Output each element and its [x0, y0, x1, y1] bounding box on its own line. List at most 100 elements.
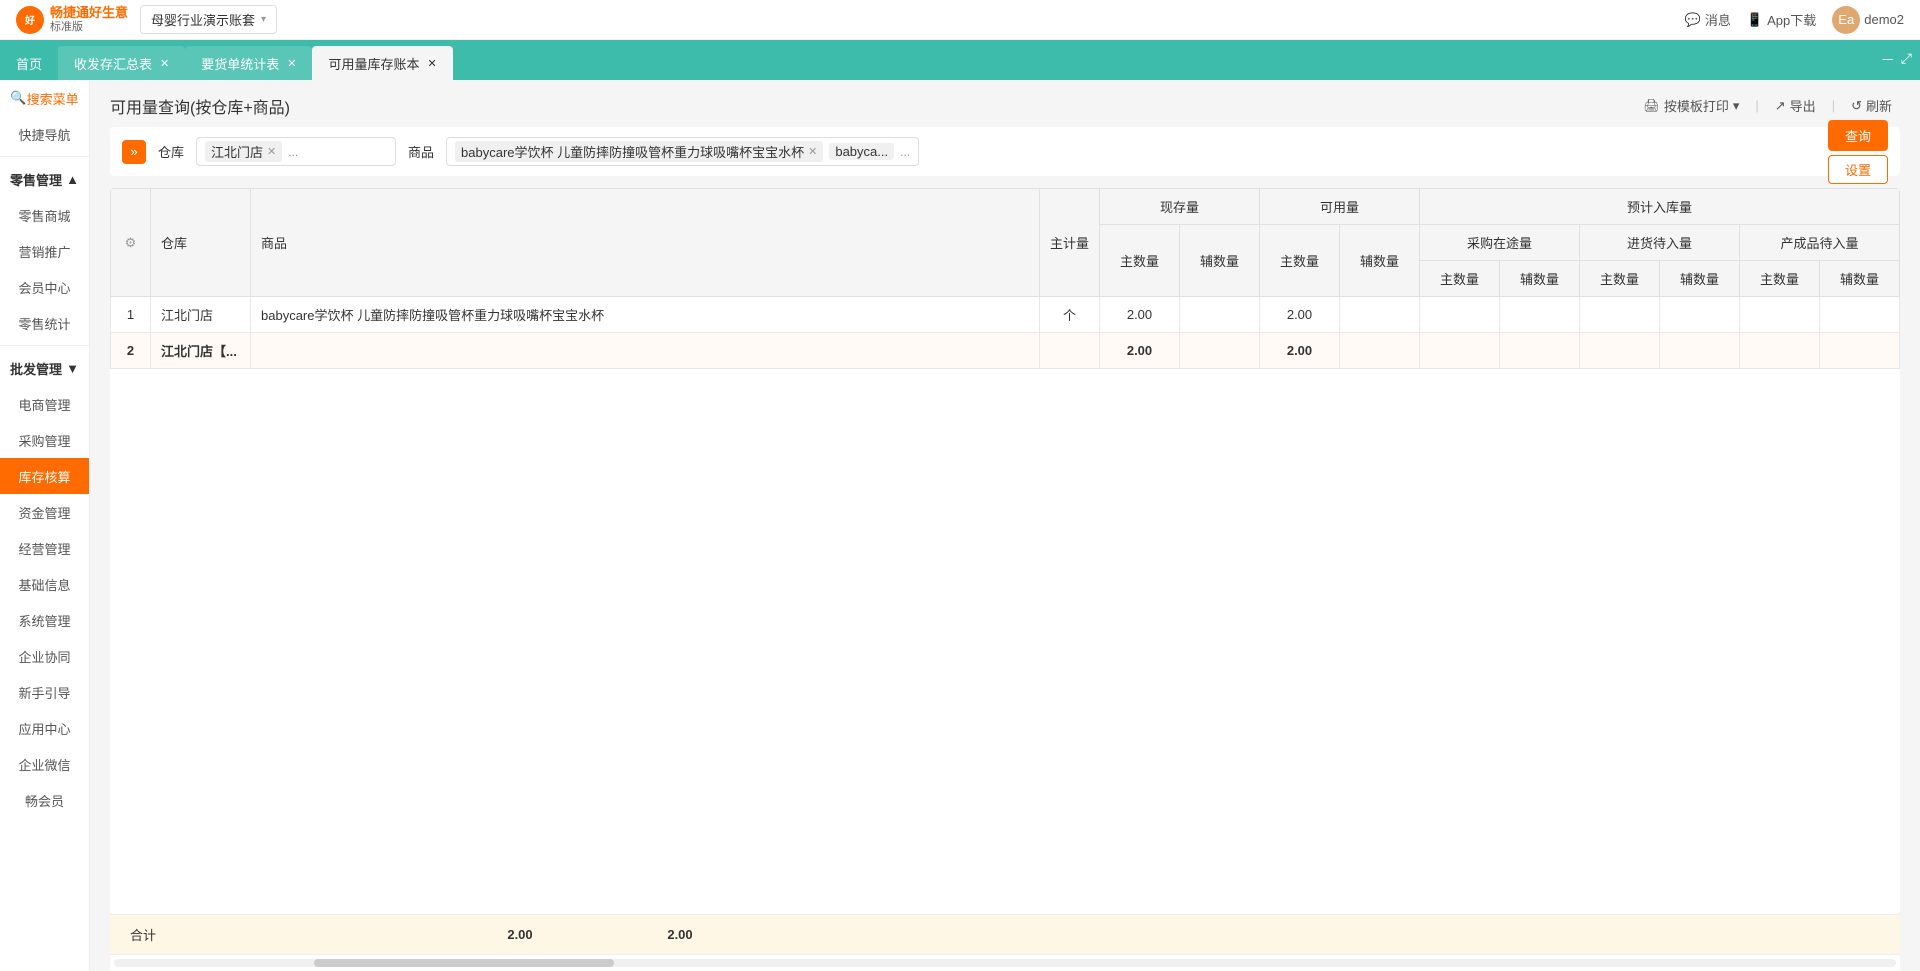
filter-buttons: 查询 设置: [1828, 120, 1888, 184]
sidebar-search[interactable]: 🔍 搜索菜单: [0, 80, 89, 116]
action-divider-2: |: [1832, 98, 1835, 113]
user-label: demo2: [1864, 12, 1904, 27]
sidebar-item-wholesale-mgmt[interactable]: 批发管理 ▼: [0, 350, 89, 386]
tab-order[interactable]: 要货单统计表 ✕: [185, 46, 312, 80]
cell-production-aux-1: [1820, 297, 1900, 333]
settings-button[interactable]: 设置: [1828, 155, 1888, 184]
sidebar-item-vip[interactable]: 畅会员: [0, 782, 89, 818]
sidebar-item-system[interactable]: 系统管理: [0, 602, 89, 638]
tab-bar-right: － ⤢: [1881, 50, 1912, 70]
tab-home-label: 首页: [16, 54, 42, 73]
sidebar-retail-shop-label: 零售商城: [18, 206, 70, 225]
tab-minimize-icon[interactable]: －: [1881, 50, 1895, 70]
avatar-text: Ea: [1838, 12, 1854, 27]
top-bar: 好 畅捷通好生意 标准版 母婴行业演示账套 ▾ 💬 消息 📱 App下载 Ea …: [0, 0, 1920, 40]
th-purchase-main: 主数量: [1420, 261, 1500, 297]
th-stock-group: 现存量: [1100, 189, 1260, 225]
sidebar-item-finance[interactable]: 资金管理: [0, 494, 89, 530]
product-tag2: babyca...: [829, 143, 894, 160]
th-purchase-group: 采购在途量: [1420, 225, 1580, 261]
cell-product-1: babycare学饮杯 儿童防摔防撞吸管杯重力球吸嘴杯宝宝水杯: [251, 297, 1040, 333]
print-btn[interactable]: 🖨 按模板打印 ▾: [1635, 92, 1747, 119]
th-production-main: 主数量: [1740, 261, 1820, 297]
scroll-area: [110, 954, 1900, 971]
tab-bar: 首页 收发存汇总表 ✕ 要货单统计表 ✕ 可用量库存账本 ✕ － ⤢: [0, 40, 1920, 80]
product-label: 商品: [408, 142, 434, 161]
tab-available[interactable]: 可用量库存账本 ✕: [312, 46, 452, 80]
tab-available-close[interactable]: ✕: [428, 57, 437, 70]
warehouse-tag: 江北门店 ✕: [205, 141, 282, 162]
cell-incoming-main-1: [1580, 297, 1660, 333]
warehouse-more[interactable]: ...: [288, 145, 298, 159]
cell-index-1: 1: [111, 297, 151, 333]
th-production-aux: 辅数量: [1820, 261, 1900, 297]
search-icon: 🔍: [10, 90, 26, 106]
product-more[interactable]: ...: [900, 145, 910, 159]
sidebar-item-enterprise[interactable]: 企业协同: [0, 638, 89, 674]
expand-icon: »: [130, 144, 137, 159]
sidebar-item-retail-mgmt[interactable]: 零售管理 ▲: [0, 161, 89, 197]
user-btn[interactable]: Ea demo2: [1832, 6, 1904, 34]
tab-order-close[interactable]: ✕: [287, 57, 296, 70]
sidebar-item-purchase[interactable]: 采购管理: [0, 422, 89, 458]
sidebar-item-wechat[interactable]: 企业微信: [0, 746, 89, 782]
cell-unit-2: [1039, 333, 1099, 369]
data-table: ⚙ 仓库 商品 主计量 现存量 可用量 预计入库量 主数量 辅数量 主数量 辅数…: [110, 188, 1900, 369]
cell-incoming-aux-1: [1660, 297, 1740, 333]
warehouse-tag-value: 江北门店: [211, 142, 263, 161]
cell-purchase-main-1: [1420, 297, 1500, 333]
filter-bar: » 仓库 江北门店 ✕ ... 商品 babycare学饮杯 儿童防摔防撞吸管杯…: [110, 127, 1900, 176]
warehouse-label: 仓库: [158, 142, 184, 161]
warehouse-input[interactable]: 江北门店 ✕ ...: [196, 137, 396, 166]
message-btn[interactable]: 💬 消息: [1685, 10, 1731, 29]
sidebar-item-inventory[interactable]: 库存核算: [0, 458, 89, 494]
export-label: 导出: [1790, 96, 1816, 115]
sidebar-divider-2: [0, 345, 89, 346]
sidebar-item-marketing[interactable]: 营销推广: [0, 233, 89, 269]
logo-line2: 标准版: [50, 21, 128, 34]
sidebar-item-app-center[interactable]: 应用中心: [0, 710, 89, 746]
filter-expand-btn[interactable]: »: [122, 140, 146, 164]
sidebar-item-operations[interactable]: 经营管理: [0, 530, 89, 566]
sidebar-enterprise-label: 企业协同: [18, 647, 70, 666]
scrollbar-thumb[interactable]: [314, 959, 614, 967]
cell-production-aux-2: [1820, 333, 1900, 369]
th-production-group: 产成品待入量: [1740, 225, 1900, 261]
footer-label: 合计: [120, 925, 280, 944]
sidebar-item-member[interactable]: 会员中心: [0, 269, 89, 305]
sidebar-item-newcomer[interactable]: 新手引导: [0, 674, 89, 710]
warehouse-tag-close[interactable]: ✕: [267, 145, 276, 158]
refresh-btn[interactable]: ↺ 刷新: [1843, 92, 1900, 119]
tab-receive-close[interactable]: ✕: [160, 57, 169, 70]
query-button[interactable]: 查询: [1828, 120, 1888, 151]
sidebar-item-retail-shop[interactable]: 零售商城: [0, 197, 89, 233]
app-download-btn[interactable]: 📱 App下载: [1747, 10, 1816, 29]
export-btn[interactable]: ↗ 导出: [1767, 92, 1824, 119]
chevron-down-icon2: ▼: [66, 361, 79, 376]
cell-purchase-aux-1: [1500, 297, 1580, 333]
cell-stock-aux-1: [1180, 297, 1260, 333]
tab-receive[interactable]: 收发存汇总表 ✕: [58, 46, 185, 80]
refresh-icon: ↺: [1851, 98, 1862, 114]
product-input[interactable]: babycare学饮杯 儿童防摔防撞吸管杯重力球吸嘴杯宝宝水杯 ✕ babyca…: [446, 137, 919, 166]
tab-home[interactable]: 首页: [0, 46, 58, 80]
sidebar-system-label: 系统管理: [18, 611, 70, 630]
product-tag1-value: babycare学饮杯 儿童防摔防撞吸管杯重力球吸嘴杯宝宝水杯: [461, 142, 804, 161]
th-incoming-aux: 辅数量: [1660, 261, 1740, 297]
product-tag1-close[interactable]: ✕: [808, 145, 817, 158]
cell-production-main-2: [1740, 333, 1820, 369]
sidebar-item-retail-stat[interactable]: 零售统计: [0, 305, 89, 341]
logo-text: 畅捷通好生意 标准版: [50, 5, 128, 34]
tab-expand-icon[interactable]: ⤢: [1901, 50, 1912, 70]
main-layout: 🔍 搜索菜单 快捷导航 零售管理 ▲ 零售商城 营销推广 会员中心 零售统计 批…: [0, 80, 1920, 971]
print-icon: 🖨: [1643, 98, 1660, 114]
page-title: 可用量查询(按仓库+商品): [110, 94, 290, 118]
settings-icon[interactable]: ⚙: [125, 235, 137, 250]
cell-avail-main-1: 2.00: [1260, 297, 1340, 333]
sidebar-nav[interactable]: 快捷导航: [0, 116, 89, 152]
account-dropdown[interactable]: 母婴行业演示账套 ▾: [140, 5, 277, 34]
tab-receive-label: 收发存汇总表: [74, 54, 152, 73]
sidebar-item-basic-info[interactable]: 基础信息: [0, 566, 89, 602]
sidebar-divider-1: [0, 156, 89, 157]
sidebar-item-ecommerce[interactable]: 电商管理: [0, 386, 89, 422]
